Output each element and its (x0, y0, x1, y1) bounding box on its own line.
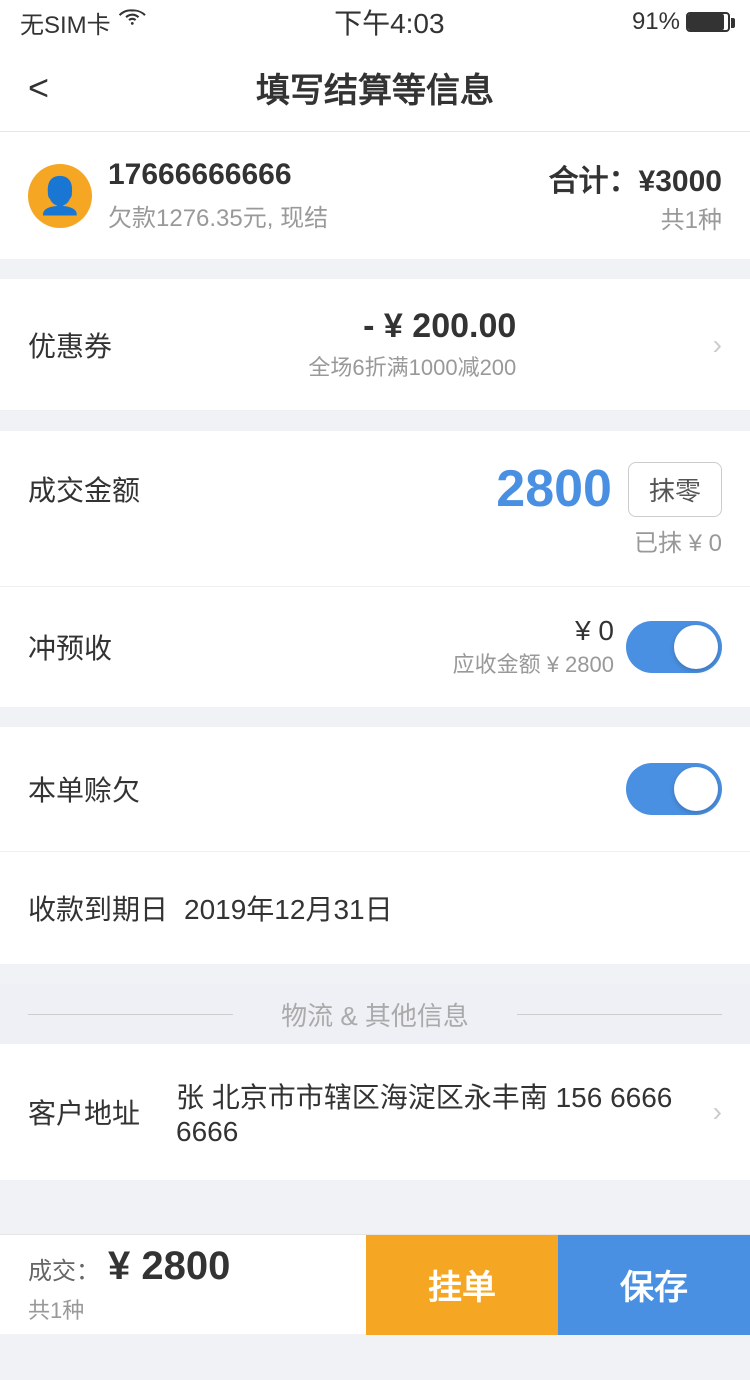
page-title: 填写结算等信息 (256, 63, 494, 112)
footer-amount: ¥ 2800 (108, 1244, 230, 1289)
divider-1 (0, 411, 750, 431)
customer-card: 👤 17666666666 欠款1276.35元, 现结 合计：¥3000 共1… (0, 132, 750, 259)
due-label: 收款到期日 (28, 888, 168, 928)
prepay-row: 冲预收 ¥ 0 应收金额 ¥ 2800 (0, 586, 750, 707)
coupon-sub: 全场6折满1000减200 (308, 350, 516, 382)
sim-label: 无SIM卡 (20, 5, 111, 40)
back-button[interactable]: < (28, 67, 49, 109)
status-right: 91% (632, 8, 730, 36)
status-time: 下午4:03 (334, 2, 445, 42)
customer-sub: 欠款1276.35元, 现结 (108, 198, 328, 233)
due-date-row: 收款到期日 2019年12月31日 (0, 851, 750, 964)
status-bar: 无SIM卡 下午4:03 91% (0, 0, 750, 44)
debt-row: 本单赊欠 (0, 727, 750, 851)
prepay-toggle-knob (674, 625, 718, 669)
customer-phone: 17666666666 (108, 158, 328, 192)
customer-right: 合计：¥3000 共1种 (549, 156, 722, 235)
transaction-row: 成交金额 2800 抹零 (28, 459, 722, 519)
divider-line-left (28, 1014, 233, 1015)
total-amount: 合计：¥3000 (549, 156, 722, 200)
address-label: 客户地址 (28, 1092, 140, 1132)
transaction-sub-text: 已抹 ¥ 0 (634, 530, 722, 557)
total-count: 共1种 (549, 200, 722, 235)
customer-info: 17666666666 欠款1276.35元, 现结 (108, 158, 328, 233)
transaction-value-group: 2800 抹零 (496, 459, 722, 519)
transaction-amount: 2800 (496, 459, 612, 519)
prepay-toggle[interactable] (626, 621, 722, 673)
coupon-right: - ¥ 200.00 全场6折满1000减200 (308, 307, 516, 382)
debt-toggle[interactable] (626, 763, 722, 815)
transaction-label: 成交金额 (28, 469, 140, 509)
logistics-label: 物流 & 其他信息 (281, 996, 469, 1033)
prepay-value: ¥ 0 (453, 615, 614, 647)
prepay-label: 冲预收 (28, 627, 112, 667)
transaction-section: 成交金额 2800 抹零 已抹 ¥ 0 (0, 431, 750, 586)
round-button[interactable]: 抹零 (628, 462, 722, 517)
battery-icon (686, 12, 730, 32)
coupon-chevron-icon: › (713, 329, 722, 361)
footer-amount-row: 成交： ¥ 2800 (28, 1244, 338, 1289)
battery-fill (688, 14, 724, 30)
avatar: 👤 (28, 164, 92, 228)
avatar-icon: 👤 (38, 175, 83, 217)
divider-line-right (517, 1014, 722, 1015)
footer: 成交： ¥ 2800 共1种 挂单 保存 (0, 1234, 750, 1334)
debt-toggle-knob (674, 767, 718, 811)
address-chevron-icon: › (713, 1096, 722, 1128)
coupon-label: 优惠券 (28, 325, 112, 365)
debt-label: 本单赊欠 (28, 769, 140, 809)
address-value: 张 北京市市辖区海淀区永丰南 156 6666 6666 (156, 1076, 697, 1148)
wifi-icon (119, 8, 147, 37)
divider-3 (0, 964, 750, 984)
prepay-sub: 应收金额 ¥ 2800 (453, 647, 614, 679)
battery-percent: 91% (632, 8, 680, 36)
due-value: 2019年12月31日 (184, 888, 393, 928)
customer-left: 👤 17666666666 欠款1276.35元, 现结 (28, 158, 328, 233)
footer-info: 成交： ¥ 2800 共1种 (0, 1244, 366, 1325)
pending-button-label: 挂单 (428, 1260, 496, 1309)
prepay-right: ¥ 0 应收金额 ¥ 2800 (453, 615, 722, 679)
logistics-divider: 物流 & 其他信息 (0, 984, 750, 1044)
coupon-amount: - ¥ 200.00 (308, 307, 516, 346)
transaction-sub: 已抹 ¥ 0 (28, 523, 722, 558)
coupon-row[interactable]: 优惠券 - ¥ 200.00 全场6折满1000减200 › (0, 279, 750, 411)
status-left: 无SIM卡 (20, 5, 147, 40)
header: < 填写结算等信息 (0, 44, 750, 132)
prepay-values: ¥ 0 应收金额 ¥ 2800 (453, 615, 614, 679)
address-row[interactable]: 客户地址 张 北京市市辖区海淀区永丰南 156 6666 6666 › (0, 1044, 750, 1180)
footer-count: 共1种 (28, 1293, 338, 1325)
save-button[interactable]: 保存 (558, 1235, 750, 1335)
footer-label: 成交： (28, 1251, 100, 1286)
divider-2 (0, 707, 750, 727)
save-button-label: 保存 (620, 1260, 688, 1309)
pending-button[interactable]: 挂单 (366, 1235, 558, 1335)
